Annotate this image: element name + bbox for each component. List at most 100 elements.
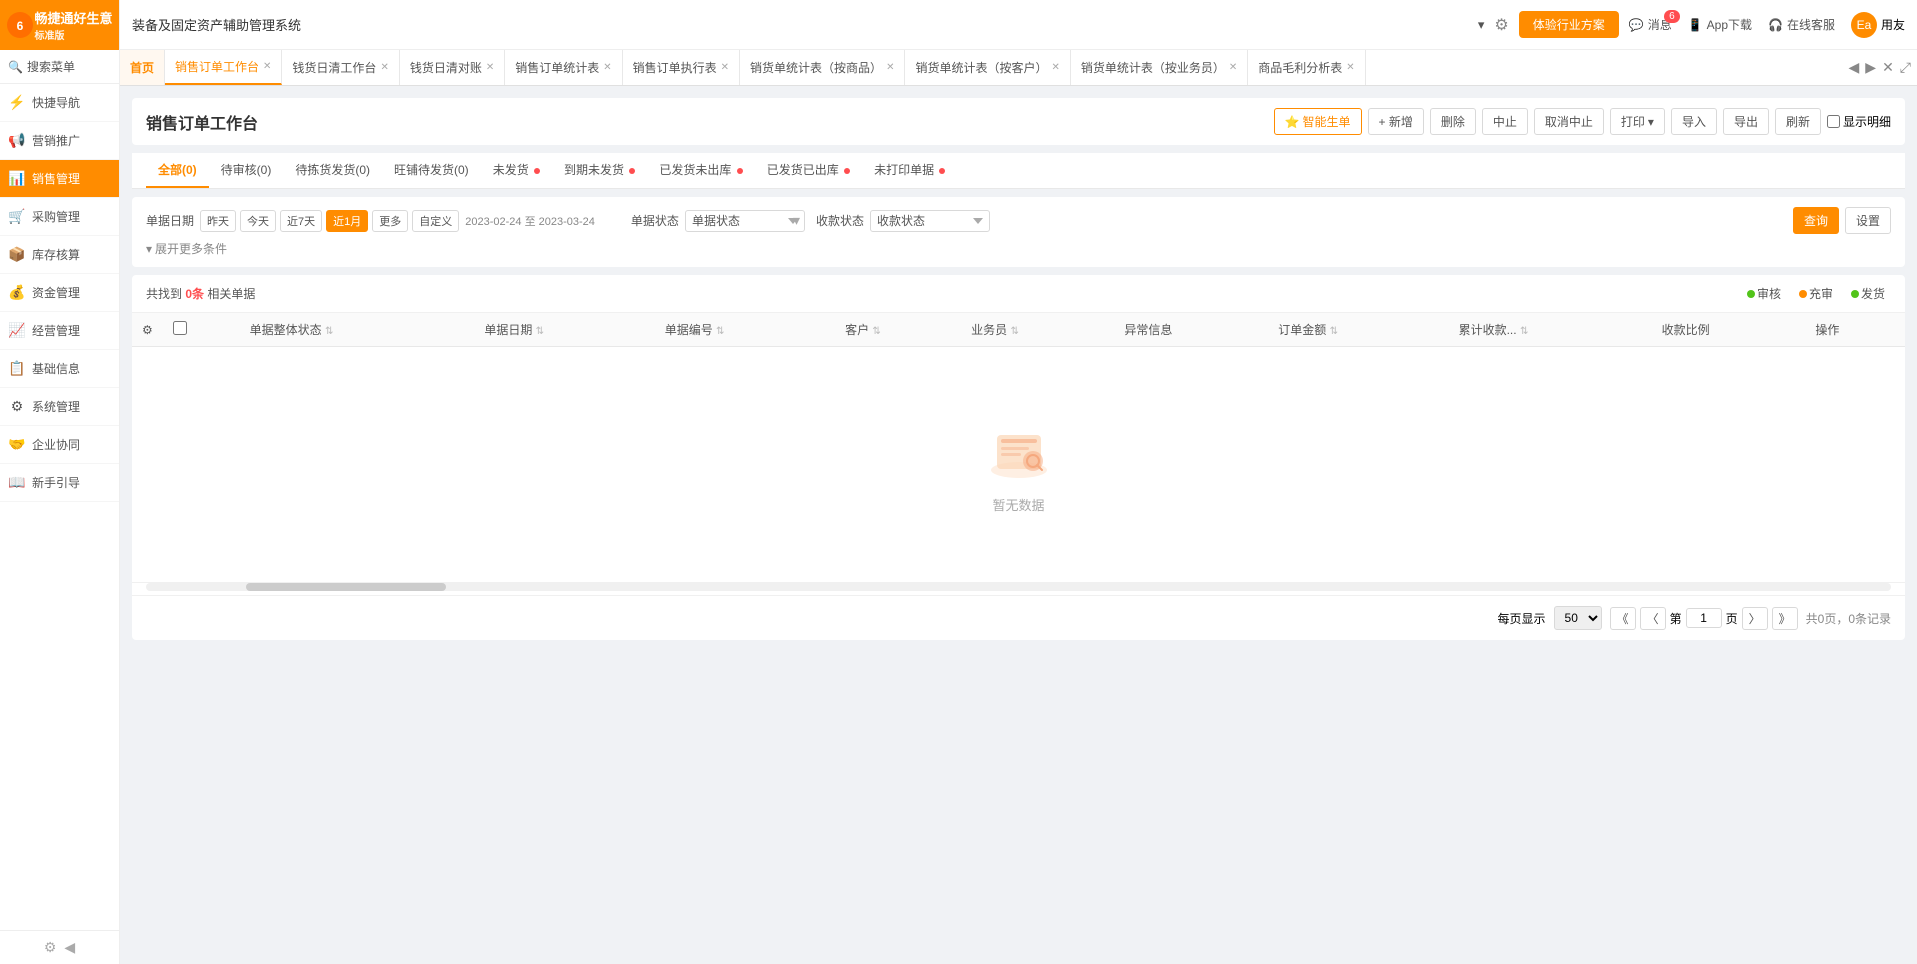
sort-status-icon[interactable]: ⇅ bbox=[325, 326, 333, 337]
date-1month-btn[interactable]: 近1月 bbox=[326, 210, 368, 232]
tab-close-cash-daily[interactable]: ✕ bbox=[380, 62, 388, 73]
date-today-btn[interactable]: 今天 bbox=[240, 210, 276, 232]
cancel-review-op-button[interactable]: 充审 bbox=[1793, 283, 1839, 304]
page-size-select[interactable]: 50 bbox=[1554, 606, 1602, 630]
filter-tab-not-shipped[interactable]: 未发货 bbox=[481, 153, 552, 188]
sidebar-item-inventory[interactable]: 📦 库存核算 bbox=[0, 236, 119, 274]
sidebar-item-system[interactable]: ⚙ 系统管理 bbox=[0, 388, 119, 426]
tab-sales-stats[interactable]: 销售订单统计表 ✕ bbox=[505, 50, 622, 85]
filter-tab-shipped-out[interactable]: 已发货已出库 bbox=[755, 153, 862, 188]
tab-close-all-icon[interactable]: ✕ bbox=[1880, 57, 1896, 78]
next-page-button[interactable]: 〉 bbox=[1742, 607, 1768, 630]
tab-scroll-left-icon[interactable]: ◀ bbox=[1847, 57, 1862, 78]
tab-close-sales-stats[interactable]: ✕ bbox=[603, 62, 611, 73]
sidebar-item-basic[interactable]: 📋 基础信息 bbox=[0, 350, 119, 388]
scroll-thumb[interactable] bbox=[246, 583, 446, 591]
tab-close-margin-analysis[interactable]: ✕ bbox=[1346, 62, 1354, 73]
tab-cargo-stats-product[interactable]: 销货单统计表（按商品） ✕ bbox=[740, 50, 905, 85]
tab-cash-daily[interactable]: 钱货日清工作台 ✕ bbox=[282, 50, 399, 85]
tab-home[interactable]: 首页 bbox=[120, 50, 165, 85]
delete-button[interactable]: 删除 bbox=[1430, 108, 1476, 135]
sidebar-item-collab[interactable]: 🤝 企业协同 bbox=[0, 426, 119, 464]
filter-tab-pending-inspect[interactable]: 待拣货发货(0) bbox=[283, 153, 382, 188]
status-select[interactable]: 单据状态 bbox=[685, 210, 805, 232]
industry-solution-button[interactable]: 体验行业方案 bbox=[1519, 11, 1619, 38]
column-settings-icon[interactable]: ⚙ bbox=[142, 323, 153, 337]
ship-op-button[interactable]: 发货 bbox=[1845, 283, 1891, 304]
date-custom-btn[interactable]: 自定义 bbox=[412, 210, 459, 232]
tab-maximize-icon[interactable]: ⤢ bbox=[1898, 57, 1913, 78]
sidebar-item-purchase[interactable]: 🛒 采购管理 bbox=[0, 198, 119, 236]
sort-collected-icon[interactable]: ⇅ bbox=[1520, 326, 1528, 337]
print-button[interactable]: 打印 ▾ bbox=[1610, 108, 1665, 135]
online-service-button[interactable]: 🎧 在线客服 bbox=[1768, 16, 1835, 33]
tab-close-sales-workbench[interactable]: ✕ bbox=[263, 61, 271, 72]
tab-close-cash-reconcile[interactable]: ✕ bbox=[486, 62, 494, 73]
tab-close-sales-exec[interactable]: ✕ bbox=[721, 62, 729, 73]
tab-cargo-stats-staff[interactable]: 销货单统计表（按业务员） ✕ bbox=[1071, 50, 1248, 85]
search-button[interactable]: 查询 bbox=[1793, 207, 1839, 234]
tab-scroll-right-icon[interactable]: ▶ bbox=[1863, 57, 1878, 78]
tab-margin-analysis[interactable]: 商品毛利分析表 ✕ bbox=[1248, 50, 1365, 85]
date-more-btn[interactable]: 更多 bbox=[372, 210, 408, 232]
sidebar-item-guide[interactable]: 📖 新手引导 bbox=[0, 464, 119, 502]
filter-tab-all[interactable]: 全部(0) bbox=[146, 153, 209, 188]
filter-tab-pending-review[interactable]: 待审核(0) bbox=[209, 153, 284, 188]
review-op-button[interactable]: 审核 bbox=[1741, 283, 1787, 304]
show-detail-checkbox[interactable]: 显示明细 bbox=[1827, 113, 1891, 130]
col-ratio: 收款比例 bbox=[1652, 313, 1806, 347]
expand-conditions-button[interactable]: ▾ 展开更多条件 bbox=[146, 240, 1891, 257]
export-button[interactable]: 导出 bbox=[1723, 108, 1769, 135]
sidebar-collapse-icon[interactable]: ◀ bbox=[64, 939, 75, 956]
sort-number-icon[interactable]: ⇅ bbox=[716, 326, 724, 337]
sidebar-item-finance[interactable]: 💰 资金管理 bbox=[0, 274, 119, 312]
sidebar-item-quicknav[interactable]: ⚡ 快捷导航 bbox=[0, 84, 119, 122]
sort-staff-icon[interactable]: ⇅ bbox=[1011, 326, 1019, 337]
filter-tab-wangpu[interactable]: 旺铺待发货(0) bbox=[382, 153, 481, 188]
last-page-button[interactable]: 》 bbox=[1772, 607, 1798, 630]
tab-close-cargo-stats-customer[interactable]: ✕ bbox=[1051, 62, 1059, 73]
sidebar-item-sales[interactable]: 📊 销售管理 bbox=[0, 160, 119, 198]
date-yesterday-btn[interactable]: 昨天 bbox=[200, 210, 236, 232]
tab-sales-exec[interactable]: 销售订单执行表 ✕ bbox=[623, 50, 740, 85]
tab-sales-workbench[interactable]: 销售订单工作台 ✕ bbox=[165, 50, 282, 85]
box-icon: 📦 bbox=[8, 246, 26, 263]
sidebar-item-search[interactable]: 🔍 搜索菜单 bbox=[0, 50, 119, 84]
system-dropdown[interactable]: ▾ bbox=[1478, 17, 1485, 33]
import-button[interactable]: 导入 bbox=[1671, 108, 1717, 135]
add-button[interactable]: + 新增 bbox=[1368, 108, 1424, 135]
sidebar-item-marketing[interactable]: 📢 营销推广 bbox=[0, 122, 119, 160]
refresh-button[interactable]: 刷新 bbox=[1775, 108, 1821, 135]
tab-close-cargo-stats-staff[interactable]: ✕ bbox=[1229, 62, 1237, 73]
settings-button[interactable]: 设置 bbox=[1845, 207, 1891, 234]
sort-date-icon[interactable]: ⇅ bbox=[536, 326, 544, 337]
col-amount: 订单金额 ⇅ bbox=[1268, 313, 1448, 347]
message-button[interactable]: 💬 消息 6 bbox=[1629, 16, 1672, 33]
show-detail-input[interactable] bbox=[1827, 115, 1840, 128]
filter-tab-shipped-not-out[interactable]: 已发货未出库 bbox=[647, 153, 754, 188]
pause-button[interactable]: 中止 bbox=[1482, 108, 1528, 135]
filter-tab-overdue[interactable]: 到期未发货 bbox=[552, 153, 647, 188]
horizontal-scrollbar[interactable] bbox=[146, 583, 1891, 591]
date-7days-btn[interactable]: 近7天 bbox=[280, 210, 322, 232]
sort-customer-icon[interactable]: ⇅ bbox=[872, 326, 880, 337]
prev-page-button[interactable]: 〈 bbox=[1640, 607, 1666, 630]
sidebar-item-operations[interactable]: 📈 经营管理 bbox=[0, 312, 119, 350]
empty-text: 暂无数据 bbox=[992, 495, 1044, 514]
tab-cargo-stats-customer[interactable]: 销货单统计表（按客户） ✕ bbox=[905, 50, 1070, 85]
sidebar-footer: ⚙ ◀ bbox=[0, 930, 119, 964]
first-page-button[interactable]: 《 bbox=[1610, 607, 1636, 630]
filter-tab-not-printed[interactable]: 未打印单据 bbox=[862, 153, 957, 188]
select-all-checkbox[interactable] bbox=[173, 321, 187, 335]
user-menu[interactable]: Ea 用友 bbox=[1851, 12, 1905, 38]
payment-select[interactable]: 收款状态 bbox=[870, 210, 990, 232]
page-number-input[interactable] bbox=[1686, 608, 1722, 628]
tab-cash-reconcile[interactable]: 钱货日清对账 ✕ bbox=[400, 50, 505, 85]
app-download-button[interactable]: 📱 App下载 bbox=[1688, 16, 1752, 33]
tab-close-cargo-stats-product[interactable]: ✕ bbox=[886, 62, 894, 73]
sidebar-settings-icon[interactable]: ⚙ bbox=[44, 939, 57, 956]
cancel-pause-button[interactable]: 取消中止 bbox=[1534, 108, 1604, 135]
sort-amount-icon[interactable]: ⇅ bbox=[1330, 326, 1338, 337]
smart-create-button[interactable]: ⭐ 智能生单 bbox=[1274, 108, 1362, 135]
topbar-settings-icon[interactable]: ⚙ bbox=[1494, 15, 1508, 35]
